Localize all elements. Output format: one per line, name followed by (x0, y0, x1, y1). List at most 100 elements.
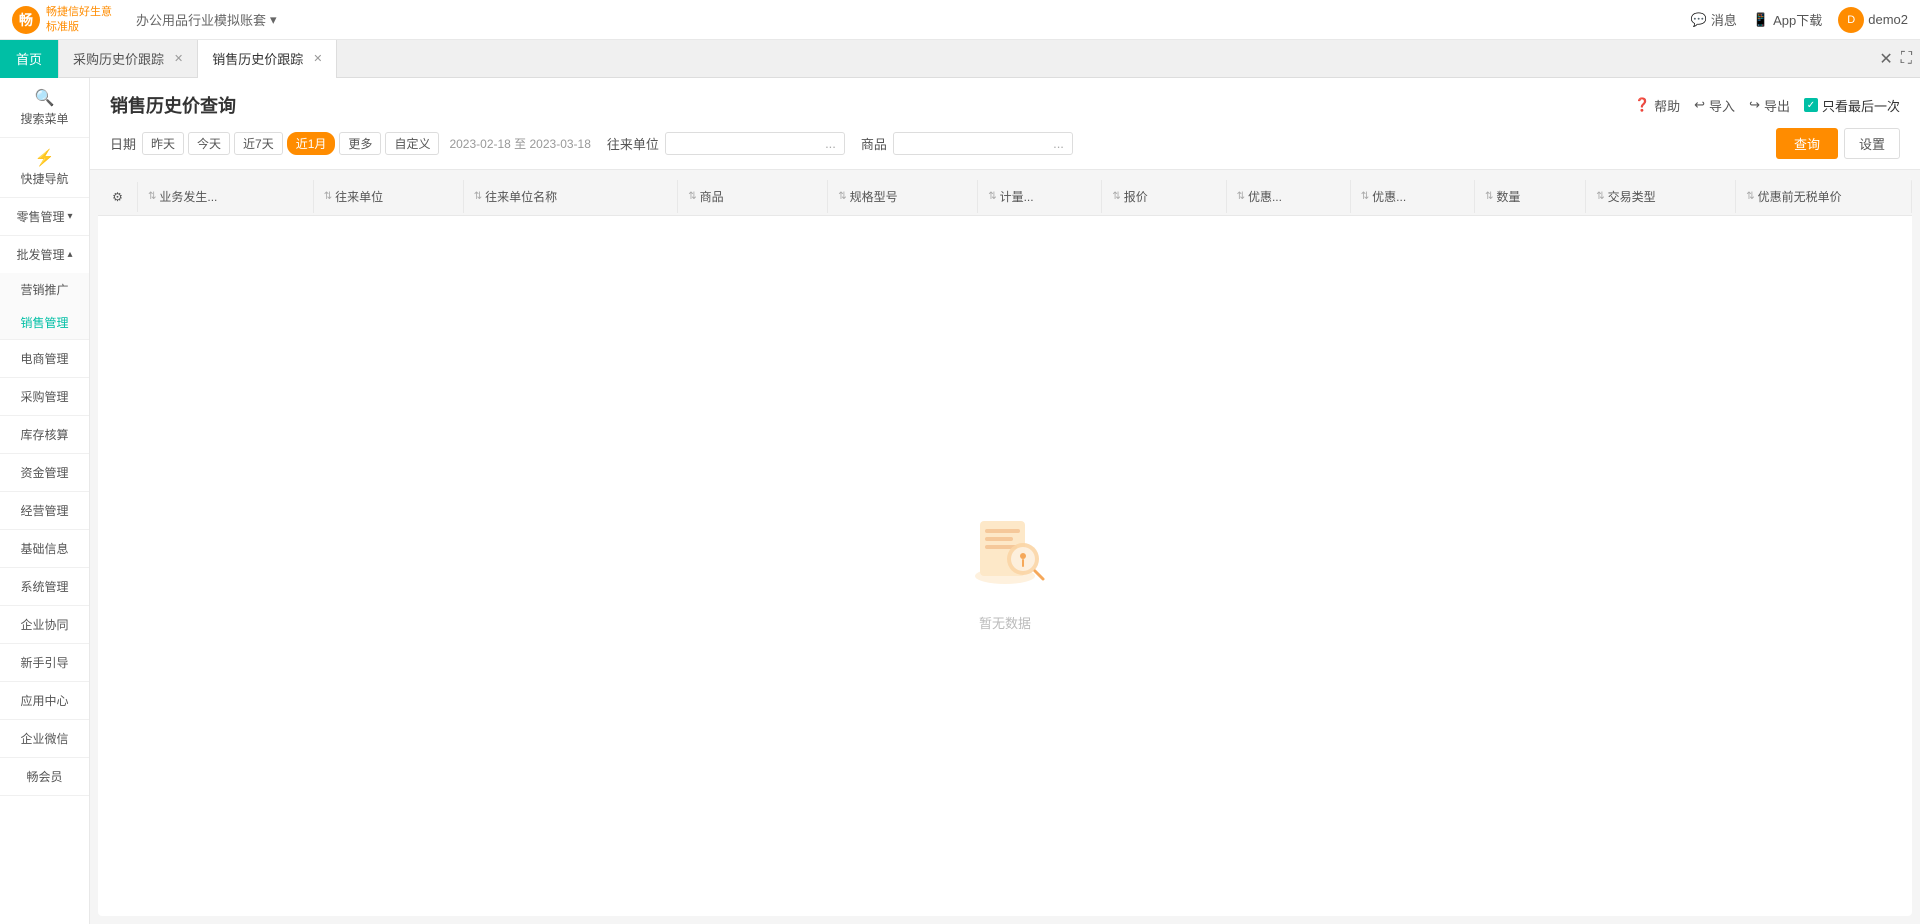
date-btn-more[interactable]: 更多 (339, 132, 381, 155)
query-button[interactable]: 查询 (1776, 128, 1838, 159)
th-discount1[interactable]: ⇅ 优惠... (1227, 180, 1351, 213)
th-pretax[interactable]: ⇅ 优惠前无税单价 (1736, 180, 1912, 213)
topbar-left: 畅 畅捷信好生意 标准版 办公用品行业模拟账套 ▾ (12, 5, 277, 34)
sort-icon-partner-name: ⇅ (474, 191, 482, 202)
close-sales-tab-btn[interactable]: ✕ (313, 52, 322, 65)
sidebar-item-finance[interactable]: 资金管理 (0, 454, 89, 492)
table-header: ⚙ ⇅ 业务发生... ⇅ 往来单位 ⇅ 往来单位名称 ⇅ 商品 (98, 178, 1912, 216)
table-area: ⚙ ⇅ 业务发生... ⇅ 往来单位 ⇅ 往来单位名称 ⇅ 商品 (98, 178, 1912, 916)
th-unit[interactable]: ⇅ 计量... (978, 180, 1102, 213)
tab-sales-history[interactable]: 销售历史价跟踪 ✕ (198, 40, 337, 78)
sidebar-item-app-center[interactable]: 应用中心 (0, 682, 89, 720)
th-partner-id[interactable]: ⇅ 往来单位 (314, 180, 464, 213)
app-selector[interactable]: 办公用品行业模拟账套 ▾ (136, 10, 277, 29)
sidebar: 🔍 搜索菜单 ⚡ 快捷导航 零售管理 ▾ 批发管理 ▴ 营销推广 销售管理 (0, 78, 90, 924)
page-title: 销售历史价查询 (110, 92, 236, 118)
sidebar-group-wholesale: 批发管理 ▴ 营销推广 销售管理 (0, 236, 89, 340)
filter-actions: 查询 设置 (1776, 128, 1900, 159)
product-filter-label: 商品 (861, 134, 887, 153)
sidebar-item-search[interactable]: 🔍 搜索菜单 (0, 78, 89, 138)
product-input-dots: ... (1053, 136, 1064, 151)
sort-icon-discount2: ⇅ (1361, 191, 1369, 202)
th-qty[interactable]: ⇅ 数量 (1475, 180, 1586, 213)
empty-state: 暂无数据 (98, 216, 1912, 916)
user-menu[interactable]: D demo2 (1838, 7, 1908, 33)
date-btn-7days[interactable]: 近7天 (234, 132, 283, 155)
main-layout: 🔍 搜索菜单 ⚡ 快捷导航 零售管理 ▾ 批发管理 ▴ 营销推广 销售管理 (0, 78, 1920, 924)
sort-icon-discount1: ⇅ (1237, 191, 1245, 202)
import-btn[interactable]: ↩ 导入 (1694, 96, 1735, 115)
sidebar-item-wholesale[interactable]: 批发管理 ▴ (0, 236, 89, 273)
import-icon: ↩ (1694, 97, 1705, 113)
sidebar-item-ecommerce[interactable]: 电商管理 (0, 340, 89, 378)
retail-expand-icon: ▾ (67, 211, 72, 222)
sidebar-item-inventory[interactable]: 库存核算 (0, 416, 89, 454)
sidebar-item-quick-nav[interactable]: ⚡ 快捷导航 (0, 138, 89, 198)
tabbar-actions: ✕ ⛶ (1879, 49, 1920, 69)
th-price[interactable]: ⇅ 报价 (1102, 180, 1226, 213)
date-filter-label: 日期 (110, 134, 136, 153)
sort-icon-qty: ⇅ (1485, 191, 1493, 202)
sidebar-sub-item-marketing[interactable]: 营销推广 (0, 273, 89, 306)
date-btn-today[interactable]: 今天 (188, 132, 230, 155)
th-partner-name[interactable]: ⇅ 往来单位名称 (464, 180, 678, 213)
sidebar-item-basic-info[interactable]: 基础信息 (0, 530, 89, 568)
th-discount2[interactable]: ⇅ 优惠... (1351, 180, 1475, 213)
product-input[interactable]: ... (893, 132, 1073, 155)
product-filter-group: 商品 ... (861, 132, 1073, 155)
content-area: 销售历史价查询 ❓ 帮助 ↩ 导入 ↪ 导出 ✓ (90, 78, 1920, 924)
sidebar-item-enterprise[interactable]: 企业协同 (0, 606, 89, 644)
filter-row: 日期 昨天 今天 近7天 近1月 更多 自定义 2023-02-18 至 202… (110, 128, 1900, 159)
tab-home[interactable]: 首页 (0, 40, 59, 78)
close-purchase-tab-btn[interactable]: ✕ (174, 52, 183, 65)
date-range-text: 2023-02-18 至 2023-03-18 (449, 135, 590, 152)
sidebar-item-retail[interactable]: 零售管理 ▾ (0, 198, 89, 235)
date-btn-yesterday[interactable]: 昨天 (142, 132, 184, 155)
th-trade-type[interactable]: ⇅ 交易类型 (1586, 180, 1736, 213)
logo-area: 畅 畅捷信好生意 标准版 (12, 5, 112, 34)
sort-icon-price: ⇅ (1112, 191, 1120, 202)
app-download-btn[interactable]: 📱 App下载 (1753, 10, 1822, 29)
date-btn-custom[interactable]: 自定义 (385, 132, 439, 155)
sidebar-item-member[interactable]: 畅会员 (0, 758, 89, 796)
th-spec[interactable]: ⇅ 规格型号 (828, 180, 978, 213)
th-date[interactable]: ⇅ 业务发生... (138, 180, 314, 213)
topbar: 畅 畅捷信好生意 标准版 办公用品行业模拟账套 ▾ 💬 消息 📱 App下载 D… (0, 0, 1920, 40)
sort-icon-spec: ⇅ (838, 191, 846, 202)
sidebar-item-wechat[interactable]: 企业微信 (0, 720, 89, 758)
sidebar-item-guide[interactable]: 新手引导 (0, 644, 89, 682)
partner-input-dots: ... (825, 136, 836, 151)
date-filter-group: 日期 昨天 今天 近7天 近1月 更多 自定义 2023-02-18 至 202… (110, 132, 591, 155)
help-btn[interactable]: ❓ 帮助 (1634, 96, 1680, 115)
th-product[interactable]: ⇅ 商品 (678, 180, 828, 213)
sort-icon-date: ⇅ (148, 191, 156, 202)
help-icon: ❓ (1634, 97, 1650, 113)
gear-icon: ⚙ (112, 190, 123, 204)
only-last-checkbox[interactable]: ✓ (1804, 98, 1818, 112)
topbar-right: 💬 消息 📱 App下载 D demo2 (1691, 7, 1908, 33)
page-actions: ❓ 帮助 ↩ 导入 ↪ 导出 ✓ 只看最后一次 (1634, 96, 1900, 115)
partner-filter-label: 往来单位 (607, 134, 659, 153)
sidebar-item-system[interactable]: 系统管理 (0, 568, 89, 606)
close-all-tabs-btn[interactable]: ✕ (1879, 49, 1892, 69)
tab-purchase-history[interactable]: 采购历史价跟踪 ✕ (59, 40, 198, 78)
message-btn[interactable]: 💬 消息 (1691, 10, 1737, 29)
maximize-btn[interactable]: ⛶ (1901, 50, 1912, 68)
search-icon: 🔍 (6, 88, 83, 108)
settings-button[interactable]: 设置 (1844, 128, 1900, 159)
sidebar-item-operations[interactable]: 经营管理 (0, 492, 89, 530)
empty-icon (955, 501, 1055, 601)
logo-text: 畅捷信好生意 标准版 (46, 5, 112, 34)
export-btn[interactable]: ↪ 导出 (1749, 96, 1790, 115)
th-gear[interactable]: ⚙ (98, 182, 138, 212)
page-title-row: 销售历史价查询 ❓ 帮助 ↩ 导入 ↪ 导出 ✓ (110, 92, 1900, 118)
date-btn-1month[interactable]: 近1月 (287, 132, 336, 155)
page-header: 销售历史价查询 ❓ 帮助 ↩ 导入 ↪ 导出 ✓ (90, 78, 1920, 170)
sidebar-sub-item-sales[interactable]: 销售管理 (0, 306, 89, 339)
sort-icon-partner-id: ⇅ (324, 191, 332, 202)
sidebar-item-purchase[interactable]: 采购管理 (0, 378, 89, 416)
partner-input[interactable]: ... (665, 132, 845, 155)
only-last-checkbox-label[interactable]: ✓ 只看最后一次 (1804, 96, 1900, 115)
sort-icon-unit: ⇅ (988, 191, 996, 202)
download-icon: 📱 (1753, 12, 1769, 28)
